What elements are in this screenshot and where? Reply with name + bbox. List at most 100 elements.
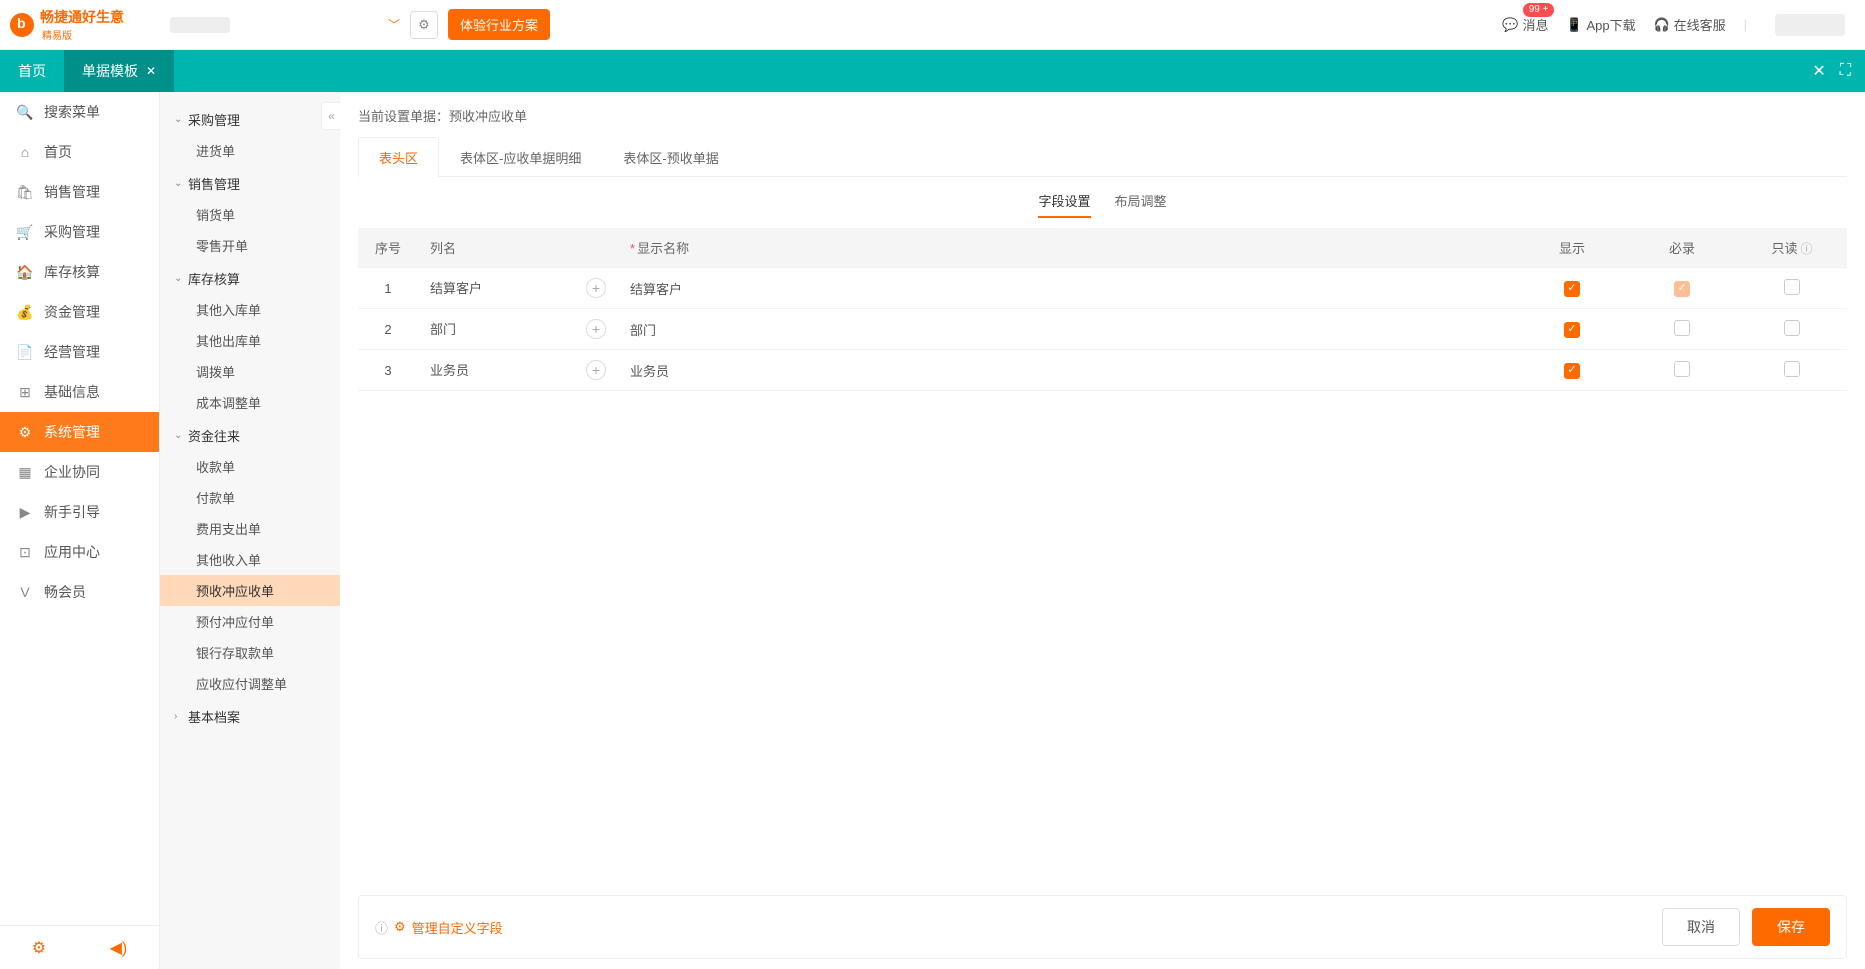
app-header: 畅捷通好生意 精易版 ﹀ ⚙ 体验行业方案 💬 消息 99 + 📱 App下载 …: [0, 0, 1865, 50]
chevron-icon: ⌄: [174, 178, 184, 189]
checkbox[interactable]: [1784, 320, 1800, 336]
mode-tab[interactable]: 字段设置: [1038, 191, 1090, 218]
cell-colname: 业务员+: [418, 350, 618, 391]
user-avatar[interactable]: [1775, 14, 1845, 36]
tree-group-header[interactable]: ⌄资金往来: [160, 420, 340, 451]
tree-leaf[interactable]: 调拨单: [160, 356, 340, 387]
vip-icon: V: [16, 583, 34, 601]
checkbox[interactable]: [1784, 361, 1800, 377]
sidebar-item-home[interactable]: ⌂首页: [0, 132, 159, 172]
chevron-icon: ›: [174, 711, 184, 722]
zone-tab[interactable]: 表体区-预收单据: [602, 137, 739, 177]
sub-sidebar: « ⌄采购管理进货单⌄销售管理销货单零售开单 ⌄ 库存核算其他入库单其他出库单调拨单…: [160, 92, 340, 969]
sidebar-item-cart[interactable]: 🛒采购管理: [0, 212, 159, 252]
tree-leaf[interactable]: 进货单: [160, 135, 340, 166]
cell-show: [1517, 350, 1627, 391]
checkbox[interactable]: [1784, 279, 1800, 295]
header-actions: 💬 消息 99 + 📱 App下载 🎧 在线客服 |: [1502, 14, 1845, 36]
download-link[interactable]: 📱 App下载: [1566, 15, 1635, 34]
download-label: App下载: [1586, 15, 1635, 34]
checkbox[interactable]: [1564, 281, 1580, 297]
tree-leaf[interactable]: 收款单: [160, 451, 340, 482]
cell-seq: 1: [358, 268, 418, 309]
tree-leaf[interactable]: 销货单: [160, 199, 340, 230]
tree-leaf[interactable]: 预付冲应付单: [160, 606, 340, 637]
checkbox: [1674, 281, 1690, 297]
tab-home[interactable]: 首页: [0, 50, 64, 92]
sidebar-item-wallet[interactable]: 💰资金管理: [0, 292, 159, 332]
collapse-sidebar-icon[interactable]: ◀): [110, 938, 128, 958]
guide-icon: ▶: [16, 503, 34, 521]
add-icon[interactable]: +: [586, 360, 606, 380]
company-name-placeholder: [170, 17, 230, 33]
tree-leaf[interactable]: 预收冲应收单: [160, 575, 340, 606]
tree-leaf[interactable]: 成本调整单: [160, 387, 340, 418]
sidebar-item-bag[interactable]: 🛍销售管理: [0, 172, 159, 212]
tree-group-header[interactable]: ⌄采购管理: [160, 104, 340, 135]
add-icon[interactable]: +: [586, 278, 606, 298]
cell-required: [1627, 350, 1737, 391]
settings-gear-icon[interactable]: ⚙: [32, 938, 46, 958]
footer-link-label: 管理自定义字段: [412, 918, 503, 937]
cell-show: [1517, 268, 1627, 309]
cell-display-name[interactable]: 部门: [618, 309, 1517, 350]
chat-icon: 💬: [1502, 17, 1518, 33]
tree-group-label: 库存核算: [188, 269, 240, 288]
sidebar-item-warehouse[interactable]: 🏠库存核算: [0, 252, 159, 292]
sidebar-item-gear[interactable]: ⚙系统管理: [0, 412, 159, 452]
chevron-icon: ⌄: [174, 273, 184, 284]
checkbox[interactable]: [1674, 320, 1690, 336]
checkbox[interactable]: [1674, 361, 1690, 377]
try-industry-button[interactable]: 体验行业方案: [448, 9, 550, 40]
cancel-button[interactable]: 取消: [1662, 908, 1740, 946]
close-all-icon[interactable]: ✕: [1812, 61, 1825, 81]
tree-leaf[interactable]: 费用支出单: [160, 513, 340, 544]
save-button[interactable]: 保存: [1752, 908, 1830, 946]
checkbox[interactable]: [1564, 322, 1580, 338]
gear-icon: ⚙: [394, 919, 406, 935]
cell-required: [1627, 309, 1737, 350]
close-icon[interactable]: ✕: [146, 64, 156, 78]
tree-group-header[interactable]: ›基本档案: [160, 701, 340, 732]
company-selector[interactable]: ﹀: [170, 16, 410, 33]
tree-group-header[interactable]: ⌄销售管理: [160, 168, 340, 199]
manage-custom-fields-link[interactable]: ⓘ ⚙ 管理自定义字段: [375, 918, 503, 937]
tree-leaf[interactable]: 零售开单: [160, 230, 340, 261]
cube-icon: ⊞: [16, 383, 34, 401]
tab-template[interactable]: 单据模板 ✕: [64, 50, 174, 92]
sidebar-item-app[interactable]: ⊡应用中心: [0, 532, 159, 572]
tree-leaf[interactable]: 其他收入单: [160, 544, 340, 575]
headset-icon: 🎧: [1654, 17, 1670, 33]
help-icon[interactable]: ⓘ: [1801, 242, 1813, 256]
service-link[interactable]: 🎧 在线客服: [1654, 15, 1726, 34]
zone-tab[interactable]: 表体区-应收单据明细: [439, 137, 602, 177]
tree-leaf[interactable]: 付款单: [160, 482, 340, 513]
tree-leaf[interactable]: 其他入库单: [160, 294, 340, 325]
tree-leaf[interactable]: 其他出库单: [160, 325, 340, 356]
fullscreen-icon[interactable]: ⛶: [1840, 62, 1851, 80]
cell-readonly: [1737, 268, 1847, 309]
sidebar-item-label: 新手引导: [44, 502, 100, 522]
tree-leaf[interactable]: 应收应付调整单: [160, 668, 340, 699]
messages-link[interactable]: 💬 消息 99 +: [1502, 15, 1548, 34]
sidebar-item-search[interactable]: 🔍搜索菜单: [0, 92, 159, 132]
sidebar-item-guide[interactable]: ▶ 新手引导: [0, 492, 159, 532]
zone-tab[interactable]: 表头区: [358, 137, 439, 177]
cell-colname: 部门+: [418, 309, 618, 350]
report-icon: 📄: [16, 343, 34, 361]
collapse-handle[interactable]: «: [321, 102, 341, 130]
logo-icon: [10, 13, 34, 37]
mode-tab[interactable]: 布局调整: [1115, 191, 1167, 218]
sidebar-item-team[interactable]: ▦企业协同: [0, 452, 159, 492]
checkbox[interactable]: [1564, 363, 1580, 379]
tree-leaf[interactable]: 银行存取款单: [160, 637, 340, 668]
sidebar-item-vip[interactable]: V畅会员: [0, 572, 159, 612]
add-icon[interactable]: +: [586, 319, 606, 339]
settings-button[interactable]: ⚙: [410, 11, 438, 39]
warehouse-icon: 🏠: [16, 263, 34, 281]
tree-group-header[interactable]: ⌄ 库存核算: [160, 263, 340, 294]
cell-display-name[interactable]: 业务员: [618, 350, 1517, 391]
sidebar-item-report[interactable]: 📄经营管理: [0, 332, 159, 372]
sidebar-item-cube[interactable]: ⊞基础信息: [0, 372, 159, 412]
cell-display-name[interactable]: 结算客户: [618, 268, 1517, 309]
